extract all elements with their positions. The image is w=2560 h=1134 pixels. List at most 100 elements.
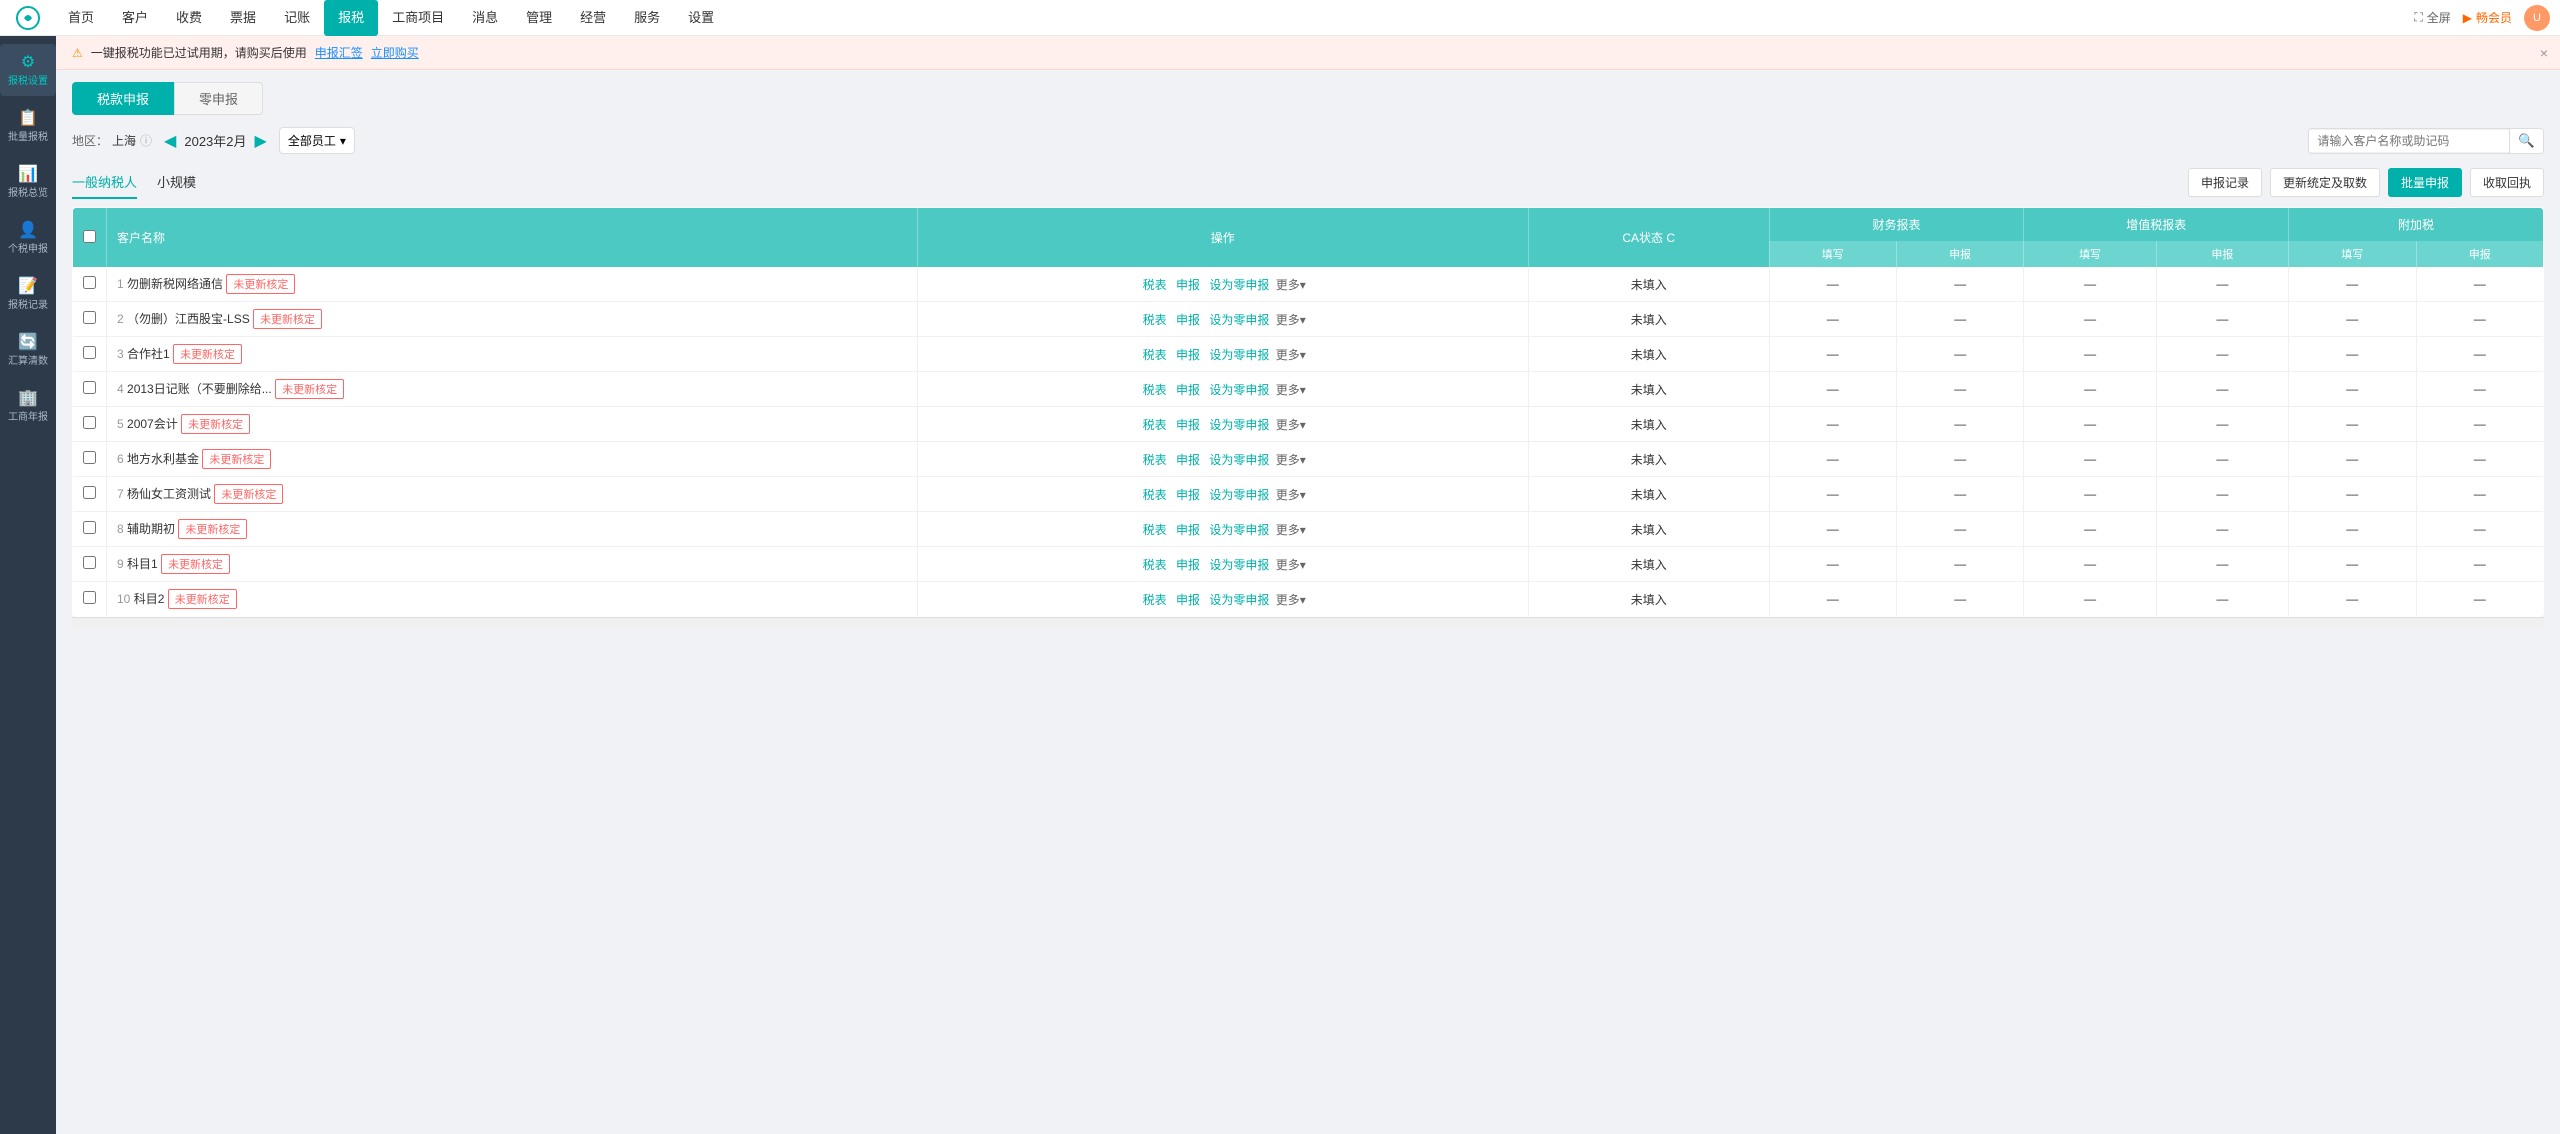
row-op-declare-4[interactable]: 申报 — [1176, 418, 1200, 432]
row-checkbox-7[interactable] — [73, 512, 107, 547]
row-op-zero-9[interactable]: 设为零申报 — [1209, 593, 1269, 607]
search-input[interactable] — [2309, 130, 2509, 152]
row-op-zero-1[interactable]: 设为零申报 — [1209, 313, 1269, 327]
row-op-more-3[interactable]: 更多▾ — [1276, 383, 1306, 397]
nav-home[interactable]: 首页 — [54, 0, 108, 36]
row-checkbox-3[interactable] — [73, 372, 107, 407]
row-op-declare-2[interactable]: 申报 — [1176, 348, 1200, 362]
upgrade-button[interactable]: ▶ 畅会员 — [2463, 9, 2512, 26]
row-select-1[interactable] — [83, 311, 96, 324]
header-checkbox[interactable] — [73, 208, 107, 268]
row-select-6[interactable] — [83, 486, 96, 499]
row-select-9[interactable] — [83, 591, 96, 604]
row-op-tax-9[interactable]: 税表 — [1143, 593, 1167, 607]
batch-declare-button[interactable]: 批量申报 — [2388, 168, 2462, 197]
row-select-3[interactable] — [83, 381, 96, 394]
row-op-tax-8[interactable]: 税表 — [1143, 558, 1167, 572]
row-op-more-0[interactable]: 更多▾ — [1276, 278, 1306, 292]
select-all-checkbox[interactable] — [83, 230, 96, 243]
row-op-more-2[interactable]: 更多▾ — [1276, 348, 1306, 362]
row-checkbox-9[interactable] — [73, 582, 107, 617]
nav-client[interactable]: 客户 — [108, 0, 162, 36]
fullscreen-button[interactable]: ⛶ 全屏 — [2414, 9, 2450, 26]
row-op-more-1[interactable]: 更多▾ — [1276, 313, 1306, 327]
sidebar-item-report-records[interactable]: 📝 报税记录 — [0, 268, 56, 320]
row-op-more-4[interactable]: 更多▾ — [1276, 418, 1306, 432]
row-op-declare-5[interactable]: 申报 — [1176, 453, 1200, 467]
row-op-tax-3[interactable]: 税表 — [1143, 383, 1167, 397]
row-op-tax-2[interactable]: 税表 — [1143, 348, 1167, 362]
row-op-declare-3[interactable]: 申报 — [1176, 383, 1200, 397]
declare-record-button[interactable]: 申报记录 — [2188, 168, 2262, 197]
horizontal-scrollbar[interactable] — [72, 617, 2544, 629]
row-op-zero-2[interactable]: 设为零申报 — [1209, 348, 1269, 362]
nav-tax[interactable]: 报税 — [324, 0, 378, 36]
row-checkbox-8[interactable] — [73, 547, 107, 582]
sidebar-item-batch-report[interactable]: 📋 批量报税 — [0, 100, 56, 152]
row-checkbox-2[interactable] — [73, 337, 107, 372]
row-op-more-9[interactable]: 更多▾ — [1276, 593, 1306, 607]
row-op-more-6[interactable]: 更多▾ — [1276, 488, 1306, 502]
banner-link-buy[interactable]: 立即购买 — [371, 44, 419, 61]
row-checkbox-4[interactable] — [73, 407, 107, 442]
row-op-tax-7[interactable]: 税表 — [1143, 523, 1167, 537]
row-op-tax-0[interactable]: 税表 — [1143, 278, 1167, 292]
nav-manage[interactable]: 管理 — [512, 0, 566, 36]
nav-invoice[interactable]: 票据 — [216, 0, 270, 36]
row-select-0[interactable] — [83, 276, 96, 289]
retrieve-rollback-button[interactable]: 收取回执 — [2470, 168, 2544, 197]
tab-general-taxpayer[interactable]: 一般纳税人 — [72, 166, 137, 199]
nav-operation[interactable]: 经营 — [566, 0, 620, 36]
tab-zero-declare[interactable]: 零申报 — [174, 82, 263, 115]
sidebar-item-business-annual[interactable]: 🏢 工商年报 — [0, 380, 56, 432]
row-op-more-5[interactable]: 更多▾ — [1276, 453, 1306, 467]
sidebar-item-calc-reset[interactable]: 🔄 汇算清数 — [0, 324, 56, 376]
row-op-zero-0[interactable]: 设为零申报 — [1209, 278, 1269, 292]
row-op-zero-4[interactable]: 设为零申报 — [1209, 418, 1269, 432]
nav-billing[interactable]: 收费 — [162, 0, 216, 36]
row-select-8[interactable] — [83, 556, 96, 569]
nav-bookkeeping[interactable]: 记账 — [270, 0, 324, 36]
date-prev-button[interactable]: ◀ — [164, 131, 176, 151]
nav-service[interactable]: 服务 — [620, 0, 674, 36]
user-avatar[interactable]: U — [2524, 5, 2550, 31]
info-icon[interactable]: ⓘ — [140, 132, 152, 149]
row-op-declare-9[interactable]: 申报 — [1176, 593, 1200, 607]
row-op-declare-7[interactable]: 申报 — [1176, 523, 1200, 537]
sidebar-item-tax-settings[interactable]: ⚙ 报税设置 — [0, 44, 56, 96]
banner-close-button[interactable]: × — [2540, 45, 2548, 61]
update-fetch-button[interactable]: 更新统定及取数 — [2270, 168, 2380, 197]
row-op-tax-6[interactable]: 税表 — [1143, 488, 1167, 502]
row-op-zero-8[interactable]: 设为零申报 — [1209, 558, 1269, 572]
row-select-7[interactable] — [83, 521, 96, 534]
banner-link-declare[interactable]: 申报汇签 — [315, 44, 363, 61]
nav-business[interactable]: 工商项目 — [378, 0, 458, 36]
row-op-tax-5[interactable]: 税表 — [1143, 453, 1167, 467]
row-select-2[interactable] — [83, 346, 96, 359]
row-op-more-7[interactable]: 更多▾ — [1276, 523, 1306, 537]
row-op-tax-1[interactable]: 税表 — [1143, 313, 1167, 327]
staff-select[interactable]: 全部员工 ▾ — [279, 127, 355, 154]
nav-message[interactable]: 消息 — [458, 0, 512, 36]
row-select-4[interactable] — [83, 416, 96, 429]
search-button[interactable]: 🔍 — [2509, 129, 2543, 153]
sidebar-item-report-overview[interactable]: 📊 报税总览 — [0, 156, 56, 208]
row-op-tax-4[interactable]: 税表 — [1143, 418, 1167, 432]
sidebar-item-personal-report[interactable]: 👤 个税申报 — [0, 212, 56, 264]
row-checkbox-0[interactable] — [73, 267, 107, 302]
tab-small-scale[interactable]: 小规模 — [157, 166, 196, 199]
nav-settings[interactable]: 设置 — [674, 0, 728, 36]
row-op-zero-3[interactable]: 设为零申报 — [1209, 383, 1269, 397]
row-select-5[interactable] — [83, 451, 96, 464]
row-op-zero-5[interactable]: 设为零申报 — [1209, 453, 1269, 467]
row-op-declare-0[interactable]: 申报 — [1176, 278, 1200, 292]
row-op-more-8[interactable]: 更多▾ — [1276, 558, 1306, 572]
row-op-declare-1[interactable]: 申报 — [1176, 313, 1200, 327]
row-checkbox-6[interactable] — [73, 477, 107, 512]
row-op-zero-7[interactable]: 设为零申报 — [1209, 523, 1269, 537]
row-op-zero-6[interactable]: 设为零申报 — [1209, 488, 1269, 502]
row-checkbox-5[interactable] — [73, 442, 107, 477]
row-op-declare-8[interactable]: 申报 — [1176, 558, 1200, 572]
row-op-declare-6[interactable]: 申报 — [1176, 488, 1200, 502]
row-checkbox-1[interactable] — [73, 302, 107, 337]
